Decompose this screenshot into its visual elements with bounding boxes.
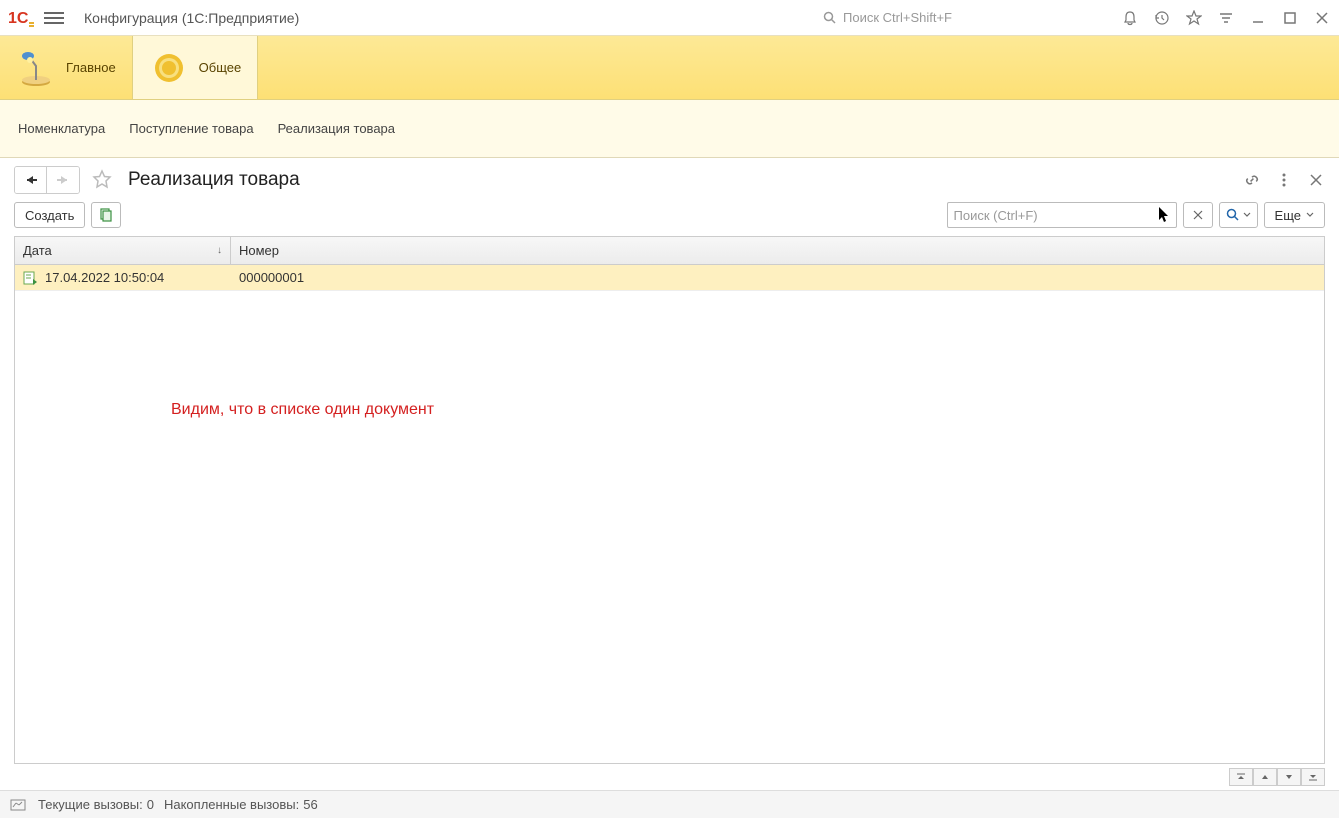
toolbar: Создать Поиск (Ctrl+F) Еще	[0, 200, 1339, 236]
filter-icon[interactable]	[1217, 9, 1235, 27]
star-icon[interactable]	[1185, 9, 1203, 27]
nav-item-main[interactable]: Главное	[0, 36, 132, 99]
document-icon	[23, 271, 39, 285]
titlebar: 1С Конфигурация (1С:Предприятие) Поиск C…	[0, 0, 1339, 36]
accumulated-calls-value: 56	[303, 797, 317, 812]
nav-arrows	[14, 166, 80, 194]
copy-icon	[98, 207, 114, 223]
nav-back-button[interactable]	[15, 167, 47, 193]
search-icon	[823, 11, 837, 25]
table: Дата ↓ Номер 17.04.2022 10:50:04 0000000…	[14, 236, 1325, 764]
copy-button[interactable]	[91, 202, 121, 228]
search-dropdown-button[interactable]	[1219, 202, 1258, 228]
clear-search-button[interactable]	[1183, 202, 1213, 228]
chevron-down-icon	[1306, 212, 1314, 218]
current-calls-label: Текущие вызовы:	[38, 797, 143, 812]
chevron-down-icon	[1243, 212, 1251, 218]
cell-number: 000000001	[239, 270, 304, 285]
accumulated-calls-label: Накопленные вызовы:	[164, 797, 299, 812]
nav-panel: Главное Общее	[0, 36, 1339, 100]
menu-icon[interactable]	[44, 9, 64, 27]
more-button[interactable]: Еще	[1264, 202, 1325, 228]
scroll-controls	[0, 764, 1339, 790]
close-tab-icon[interactable]	[1307, 171, 1325, 189]
minimize-icon[interactable]	[1249, 9, 1267, 27]
maximize-icon[interactable]	[1281, 9, 1299, 27]
create-button[interactable]: Создать	[14, 202, 85, 228]
table-body: 17.04.2022 10:50:04 000000001 Видим, что…	[15, 265, 1324, 763]
nav-item-general[interactable]: Общее	[132, 36, 259, 99]
scroll-bottom-button[interactable]	[1301, 768, 1325, 786]
page-title: Реализация товара	[128, 169, 300, 191]
sort-down-icon: ↓	[217, 245, 222, 256]
nav-forward-button[interactable]	[47, 167, 79, 193]
cursor-icon	[1158, 206, 1170, 224]
scroll-up-button[interactable]	[1253, 768, 1277, 786]
bell-icon[interactable]	[1121, 9, 1139, 27]
performance-icon	[10, 797, 28, 813]
nav-label: Главное	[66, 60, 116, 75]
close-icon[interactable]	[1313, 9, 1331, 27]
column-header-number[interactable]: Номер	[231, 237, 1324, 264]
logo-1c-icon: 1С	[8, 9, 34, 27]
scroll-top-button[interactable]	[1229, 768, 1253, 786]
subsection-item-nomenclature[interactable]: Номенклатура	[18, 121, 105, 136]
nav-label: Общее	[199, 60, 242, 75]
more-vertical-icon[interactable]	[1275, 171, 1293, 189]
subsection-menu: Номенклатура Поступление товара Реализац…	[0, 100, 1339, 158]
favorite-star-icon[interactable]	[92, 169, 114, 191]
current-calls-value: 0	[147, 797, 154, 812]
global-search-input[interactable]: Поиск Ctrl+Shift+F	[817, 6, 1107, 30]
statusbar: Текущие вызовы: 0 Накопленные вызовы: 56	[0, 790, 1339, 818]
link-icon[interactable]	[1243, 171, 1261, 189]
search-icon	[1226, 208, 1240, 222]
desk-lamp-icon	[16, 48, 56, 88]
history-icon[interactable]	[1153, 9, 1171, 27]
app-title: Конфигурация (1С:Предприятие)	[84, 10, 299, 26]
svg-text:1С: 1С	[8, 10, 29, 27]
coin-icon	[149, 48, 189, 88]
subsection-item-sale[interactable]: Реализация товара	[278, 121, 395, 136]
annotation-text: Видим, что в списке один документ	[171, 401, 1324, 419]
page-header: Реализация товара	[0, 158, 1339, 200]
column-header-date[interactable]: Дата ↓	[15, 237, 231, 264]
cell-date: 17.04.2022 10:50:04	[45, 270, 164, 285]
table-row[interactable]: 17.04.2022 10:50:04 000000001	[15, 265, 1324, 291]
subsection-item-receipt[interactable]: Поступление товара	[129, 121, 253, 136]
table-header: Дата ↓ Номер	[15, 237, 1324, 265]
scroll-down-button[interactable]	[1277, 768, 1301, 786]
search-input[interactable]: Поиск (Ctrl+F)	[947, 202, 1177, 228]
